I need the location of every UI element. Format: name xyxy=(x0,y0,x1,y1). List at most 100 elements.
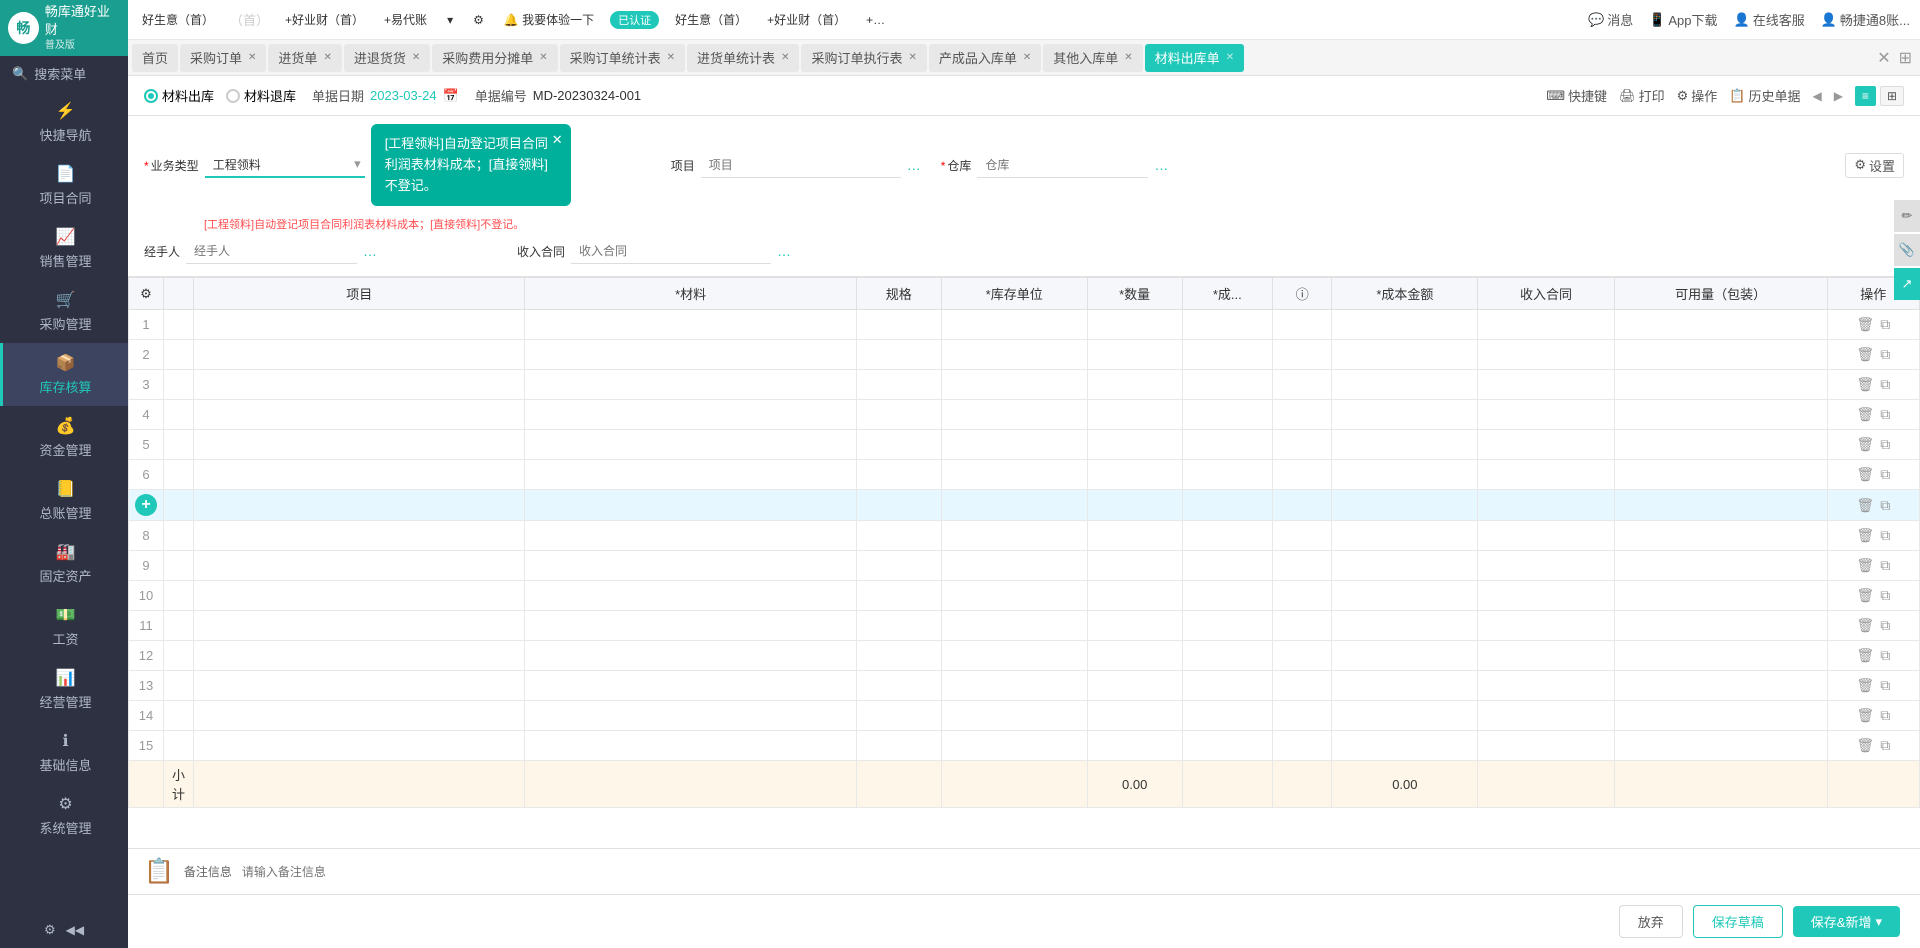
delete-btn[interactable]: 🗑 xyxy=(1856,316,1874,333)
form-settings-btn[interactable]: ⚙ 设置 xyxy=(1845,153,1904,178)
nav-try[interactable]: 🔔 我要体验一下 xyxy=(500,9,598,30)
sidebar-item-quick-nav[interactable]: ⚡ 快捷导航 xyxy=(0,91,128,154)
nav-good-business-1[interactable]: 好生意（首） xyxy=(138,9,218,30)
radio-material-out[interactable]: 材料出库 xyxy=(144,86,214,105)
tab-close-receipt-stats[interactable]: ✕ xyxy=(781,52,789,63)
nav-settings-icon[interactable]: ⚙ xyxy=(469,11,488,29)
online-service-btn[interactable]: 👤 在线客服 xyxy=(1734,10,1805,29)
sidebar-item-operation[interactable]: 📊 经营管理 xyxy=(0,658,128,721)
nav-good-finance-1[interactable]: +好业财（首） xyxy=(281,9,368,30)
sidebar-item-sales[interactable]: 📈 销售管理 xyxy=(0,217,128,280)
radio-material-return[interactable]: 材料退库 xyxy=(226,86,296,105)
list-view-btn[interactable]: ≡ xyxy=(1855,86,1876,106)
tab-close-other-stock[interactable]: ✕ xyxy=(1124,52,1132,63)
right-panel-edit-btn[interactable]: ✏ xyxy=(1894,200,1920,232)
tab-close-purchase-stats[interactable]: ✕ xyxy=(667,52,675,63)
shortcut-btn[interactable]: ⌨ 快捷键 xyxy=(1546,86,1607,105)
add-row-btn[interactable]: + xyxy=(135,494,157,516)
sidebar-item-ledger[interactable]: 📒 总账管理 xyxy=(0,469,128,532)
nav-prev-btn[interactable]: ◀ xyxy=(1812,89,1821,103)
nav-more[interactable]: +… xyxy=(862,11,889,29)
copy-btn[interactable]: ⧉ xyxy=(1880,707,1890,724)
sidebar-item-project-contract[interactable]: 📄 项目合同 xyxy=(0,154,128,217)
delete-btn[interactable]: 🗑 xyxy=(1856,346,1874,363)
operation-btn[interactable]: ⚙ 操作 xyxy=(1677,86,1718,105)
row7-col2-input[interactable] xyxy=(531,499,849,513)
handler-input[interactable] xyxy=(186,238,357,264)
warehouse-dots-btn[interactable]: … xyxy=(1154,157,1168,173)
tab-close-all-btn[interactable]: ✕ xyxy=(1877,48,1890,68)
sidebar-item-purchase[interactable]: 🛒 采购管理 xyxy=(0,280,128,343)
tab-close-purchase-receipt[interactable]: ✕ xyxy=(323,52,331,63)
sidebar-item-search[interactable]: 🔍 搜索菜单 xyxy=(0,56,128,91)
project-input[interactable] xyxy=(701,152,901,178)
sidebar-item-salary[interactable]: 💵 工资 xyxy=(0,595,128,658)
tab-finished-stock[interactable]: 产成品入库单 ✕ xyxy=(929,44,1041,72)
nav-good-finance-2[interactable]: +好业财（首） xyxy=(763,9,850,30)
sidebar-item-inventory[interactable]: 📦 库存核算 xyxy=(0,343,128,406)
sidebar-item-basic-info[interactable]: ℹ 基础信息 xyxy=(0,721,128,784)
nav-easy-account[interactable]: +易代账 xyxy=(380,9,431,30)
copy-btn[interactable]: ⧉ xyxy=(1880,466,1890,483)
copy-btn[interactable]: ⧉ xyxy=(1880,647,1890,664)
tab-purchase-exec[interactable]: 采购订单执行表 ✕ xyxy=(801,44,926,72)
sidebar-collapse-btn[interactable]: ◀◀ xyxy=(66,923,84,937)
save-new-btn[interactable]: 保存&新增 ▾ xyxy=(1793,906,1900,937)
tab-purchase-cost[interactable]: 采购费用分摊单 ✕ xyxy=(432,44,557,72)
tab-purchase-stats[interactable]: 采购订单统计表 ✕ xyxy=(560,44,685,72)
delete-btn[interactable]: 🗑 xyxy=(1856,737,1874,754)
delete-btn[interactable]: 🗑 xyxy=(1856,617,1874,634)
copy-btn[interactable]: ⧉ xyxy=(1880,737,1890,754)
income-contract-dots-btn[interactable]: … xyxy=(777,243,791,259)
delete-btn[interactable]: 🗑 xyxy=(1856,647,1874,664)
row7-col1-input[interactable] xyxy=(200,499,518,513)
copy-btn[interactable]: ⧉ xyxy=(1880,527,1890,544)
nav-next-btn[interactable]: ▶ xyxy=(1834,89,1843,103)
sidebar-item-fixed-assets[interactable]: 🏭 固定资产 xyxy=(0,532,128,595)
sidebar-item-system[interactable]: ⚙ 系统管理 xyxy=(0,784,128,847)
copy-btn[interactable]: ⧉ xyxy=(1880,557,1890,574)
history-btn[interactable]: 📋 历史单据 xyxy=(1729,86,1800,105)
grid-view-btn[interactable]: ⊞ xyxy=(1880,86,1904,106)
right-panel-arrow-btn[interactable]: ↗ xyxy=(1894,268,1920,300)
tab-close-purchase-cost[interactable]: ✕ xyxy=(539,52,547,63)
delete-btn[interactable]: 🗑 xyxy=(1856,436,1874,453)
tab-close-finished-stock[interactable]: ✕ xyxy=(1023,52,1031,63)
delete-btn[interactable]: 🗑 xyxy=(1856,557,1874,574)
copy-btn[interactable]: ⧉ xyxy=(1880,436,1890,453)
delete-btn[interactable]: 🗑 xyxy=(1856,497,1874,514)
copy-btn[interactable]: ⧉ xyxy=(1880,346,1890,363)
copy-btn[interactable]: ⧉ xyxy=(1880,406,1890,423)
tab-home[interactable]: 首页 xyxy=(132,44,178,72)
discard-btn[interactable]: 放弃 xyxy=(1619,905,1683,938)
tab-purchase-receipt[interactable]: 进货单 ✕ xyxy=(268,44,341,72)
tab-receipt-stats[interactable]: 进货单统计表 ✕ xyxy=(687,44,799,72)
nav-good-business-2[interactable]: 好生意（首） xyxy=(671,9,751,30)
tab-close-material-out[interactable]: ✕ xyxy=(1226,52,1234,63)
handler-dots-btn[interactable]: … xyxy=(363,243,377,259)
tab-close-purchase-order[interactable]: ✕ xyxy=(248,52,256,63)
tab-material-out[interactable]: 材料出库单 ✕ xyxy=(1145,44,1244,72)
col-settings[interactable]: ⚙ xyxy=(129,278,164,310)
copy-btn[interactable]: ⧉ xyxy=(1880,376,1890,393)
copy-btn[interactable]: ⧉ xyxy=(1880,497,1890,514)
delete-btn[interactable]: 🗑 xyxy=(1856,527,1874,544)
tab-menu-btn[interactable]: ⊞ xyxy=(1899,48,1912,68)
delete-btn[interactable]: 🗑 xyxy=(1856,587,1874,604)
business-type-input[interactable] xyxy=(205,152,365,178)
tooltip-close-btn[interactable]: ✕ xyxy=(552,130,563,151)
app-download-btn[interactable]: 📱 App下载 xyxy=(1649,10,1717,29)
business-type-dropdown[interactable]: ▾ xyxy=(354,156,361,172)
copy-btn[interactable]: ⧉ xyxy=(1880,617,1890,634)
calendar-icon[interactable]: 📅 xyxy=(443,88,459,104)
delete-btn[interactable]: 🗑 xyxy=(1856,466,1874,483)
save-draft-btn[interactable]: 保存草稿 xyxy=(1693,905,1783,938)
tab-other-stock[interactable]: 其他入库单 ✕ xyxy=(1043,44,1142,72)
user-avatar[interactable]: 👤 畅捷通8账... xyxy=(1821,10,1910,29)
delete-btn[interactable]: 🗑 xyxy=(1856,677,1874,694)
tab-purchase-order[interactable]: 采购订单 ✕ xyxy=(180,44,266,72)
delete-btn[interactable]: 🗑 xyxy=(1856,376,1874,393)
copy-btn[interactable]: ⧉ xyxy=(1880,587,1890,604)
sidebar-settings-icon[interactable]: ⚙ xyxy=(44,922,56,938)
tab-close-purchase-exec[interactable]: ✕ xyxy=(908,52,916,63)
